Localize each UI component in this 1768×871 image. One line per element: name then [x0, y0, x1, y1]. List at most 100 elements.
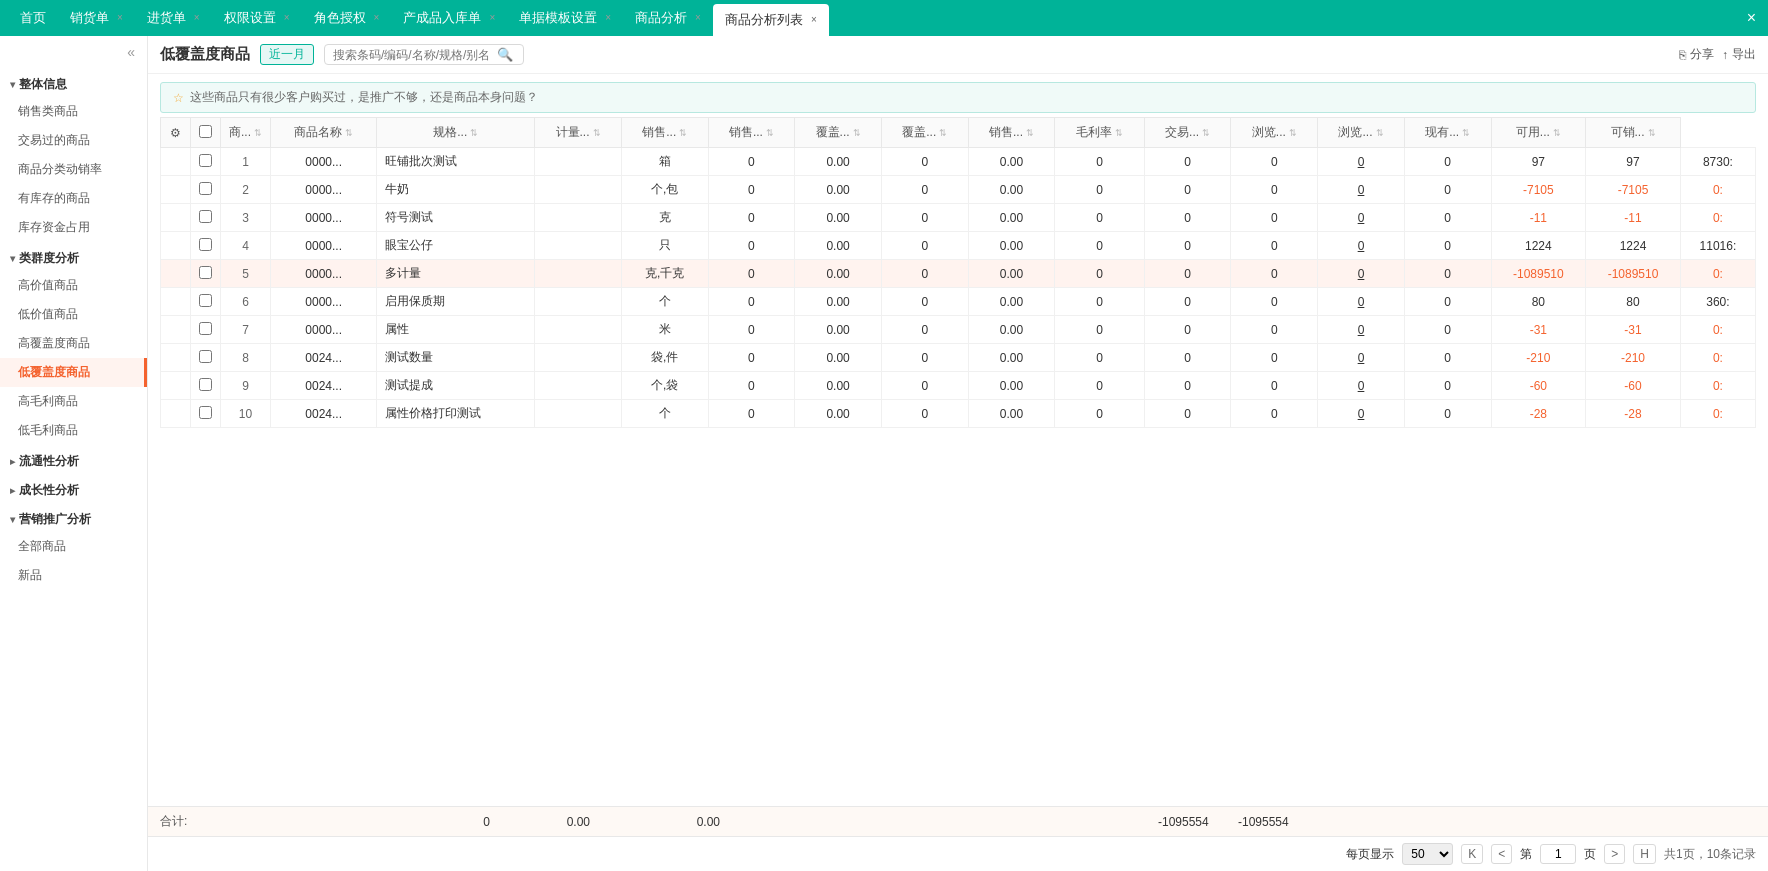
row-checkbox-cell[interactable] — [191, 260, 221, 288]
sort-icon[interactable]: ⇅ — [345, 128, 353, 138]
sidebar-collapse-button[interactable]: « — [121, 40, 141, 64]
nav-role-auth[interactable]: 角色授权 × — [302, 0, 392, 36]
row-checkbox[interactable] — [199, 350, 212, 363]
search-input[interactable] — [333, 48, 493, 62]
sort-icon[interactable]: ⇅ — [470, 128, 478, 138]
sort-icon[interactable]: ⇅ — [1376, 128, 1384, 138]
row-browse1[interactable]: 0 — [1318, 372, 1405, 400]
last-page-button[interactable]: H — [1633, 844, 1656, 864]
global-close-button[interactable]: × — [1735, 9, 1768, 27]
table-wrapper[interactable]: ⚙ 商...⇅ 商品名称⇅ 规格...⇅ 计量...⇅ 销售...⇅ 销售...… — [148, 117, 1768, 806]
close-icon[interactable]: × — [489, 0, 495, 36]
nav-sales-order[interactable]: 销货单 × — [58, 0, 135, 36]
row-browse1[interactable]: 0 — [1318, 260, 1405, 288]
sidebar-item-all-products[interactable]: 全部商品 — [0, 532, 147, 561]
row-browse1[interactable]: 0 — [1318, 232, 1405, 260]
sort-icon[interactable]: ⇅ — [1648, 128, 1656, 138]
export-button[interactable]: ↑ 导出 — [1722, 46, 1756, 63]
row-checkbox[interactable] — [199, 322, 212, 335]
close-icon[interactable]: × — [605, 0, 611, 36]
sidebar-item-in-stock[interactable]: 有库存的商品 — [0, 184, 147, 213]
sidebar-item-stock-funds[interactable]: 库存资金占用 — [0, 213, 147, 242]
sidebar-group-marketing[interactable]: ▾ 营销推广分析 — [0, 503, 147, 532]
row-checkbox-cell[interactable] — [191, 316, 221, 344]
nav-template-setting[interactable]: 单据模板设置 × — [507, 0, 623, 36]
sort-icon[interactable]: ⇅ — [853, 128, 861, 138]
sidebar-item-traded-products[interactable]: 交易过的商品 — [0, 126, 147, 155]
sort-icon[interactable]: ⇅ — [1553, 128, 1561, 138]
row-browse1[interactable]: 0 — [1318, 400, 1405, 428]
column-checkbox[interactable] — [191, 118, 221, 148]
nav-home[interactable]: 首页 — [8, 0, 58, 36]
sidebar-item-new-products[interactable]: 新品 — [0, 561, 147, 590]
next-page-button[interactable]: > — [1604, 844, 1625, 864]
row-available: -28 — [1586, 400, 1681, 428]
row-checkbox[interactable] — [199, 266, 212, 279]
sort-icon[interactable]: ⇅ — [766, 128, 774, 138]
row-browse1[interactable]: 0 — [1318, 148, 1405, 176]
row-checkbox[interactable] — [199, 378, 212, 391]
nav-product-instock[interactable]: 产成品入库单 × — [391, 0, 507, 36]
close-icon[interactable]: × — [117, 0, 123, 36]
search-box[interactable]: 🔍 — [324, 44, 524, 65]
row-checkbox-cell[interactable] — [191, 400, 221, 428]
row-checkbox-cell[interactable] — [191, 204, 221, 232]
first-page-button[interactable]: K — [1461, 844, 1483, 864]
nav-purchase-order[interactable]: 进货单 × — [135, 0, 212, 36]
prev-page-button[interactable]: < — [1491, 844, 1512, 864]
sidebar-item-low-coverage[interactable]: 低覆盖度商品 — [0, 358, 147, 387]
column-settings[interactable]: ⚙ — [161, 118, 191, 148]
row-browse1[interactable]: 0 — [1318, 288, 1405, 316]
time-filter-tag[interactable]: 近一月 — [260, 44, 314, 65]
row-checkbox[interactable] — [199, 154, 212, 167]
sort-icon[interactable]: ⇅ — [254, 128, 262, 138]
row-browse1[interactable]: 0 — [1318, 204, 1405, 232]
nav-permission[interactable]: 权限设置 × — [212, 0, 302, 36]
sort-icon[interactable]: ⇅ — [1026, 128, 1034, 138]
row-checkbox-cell[interactable] — [191, 372, 221, 400]
sidebar-item-category-rate[interactable]: 商品分类动销率 — [0, 155, 147, 184]
close-icon[interactable]: × — [284, 0, 290, 36]
sidebar-item-high-margin[interactable]: 高毛利商品 — [0, 387, 147, 416]
sort-icon[interactable]: ⇅ — [593, 128, 601, 138]
sidebar-group-cluster[interactable]: ▾ 类群度分析 — [0, 242, 147, 271]
chevron-down-icon: ▾ — [10, 514, 15, 525]
sort-icon[interactable]: ⇅ — [939, 128, 947, 138]
row-checkbox-cell[interactable] — [191, 148, 221, 176]
close-icon[interactable]: × — [194, 0, 200, 36]
row-browse1[interactable]: 0 — [1318, 316, 1405, 344]
row-checkbox[interactable] — [199, 210, 212, 223]
sidebar-group-flow[interactable]: ▸ 流通性分析 — [0, 445, 147, 474]
row-checkbox[interactable] — [199, 406, 212, 419]
page-number-input[interactable] — [1540, 844, 1576, 864]
share-button[interactable]: ⎘ 分享 — [1679, 46, 1714, 63]
sidebar-group-growth[interactable]: ▸ 成长性分析 — [0, 474, 147, 503]
row-browse1[interactable]: 0 — [1318, 344, 1405, 372]
sort-icon[interactable]: ⇅ — [1289, 128, 1297, 138]
sidebar-item-sales-products[interactable]: 销售类商品 — [0, 97, 147, 126]
sort-icon[interactable]: ⇅ — [1115, 128, 1123, 138]
sidebar-item-high-coverage[interactable]: 高覆盖度商品 — [0, 329, 147, 358]
row-checkbox-cell[interactable] — [191, 232, 221, 260]
sidebar-item-low-margin[interactable]: 低毛利商品 — [0, 416, 147, 445]
row-checkbox-cell[interactable] — [191, 176, 221, 204]
sort-icon[interactable]: ⇅ — [1462, 128, 1470, 138]
sort-icon[interactable]: ⇅ — [679, 128, 687, 138]
row-checkbox[interactable] — [199, 294, 212, 307]
close-icon[interactable]: × — [695, 0, 701, 36]
close-icon[interactable]: × — [374, 0, 380, 36]
row-checkbox-cell[interactable] — [191, 344, 221, 372]
sidebar-group-overall[interactable]: ▾ 整体信息 — [0, 68, 147, 97]
row-browse1[interactable]: 0 — [1318, 176, 1405, 204]
sidebar-item-high-value[interactable]: 高价值商品 — [0, 271, 147, 300]
close-icon[interactable]: × — [811, 4, 817, 36]
row-checkbox[interactable] — [199, 238, 212, 251]
row-checkbox-cell[interactable] — [191, 288, 221, 316]
select-all-checkbox[interactable] — [199, 125, 212, 138]
nav-product-analysis[interactable]: 商品分析 × — [623, 0, 713, 36]
sidebar-item-low-value[interactable]: 低价值商品 — [0, 300, 147, 329]
per-page-select[interactable]: 50 10 20 100 — [1402, 843, 1453, 865]
nav-product-analysis-list[interactable]: 商品分析列表 × — [713, 4, 829, 36]
row-checkbox[interactable] — [199, 182, 212, 195]
sort-icon[interactable]: ⇅ — [1202, 128, 1210, 138]
